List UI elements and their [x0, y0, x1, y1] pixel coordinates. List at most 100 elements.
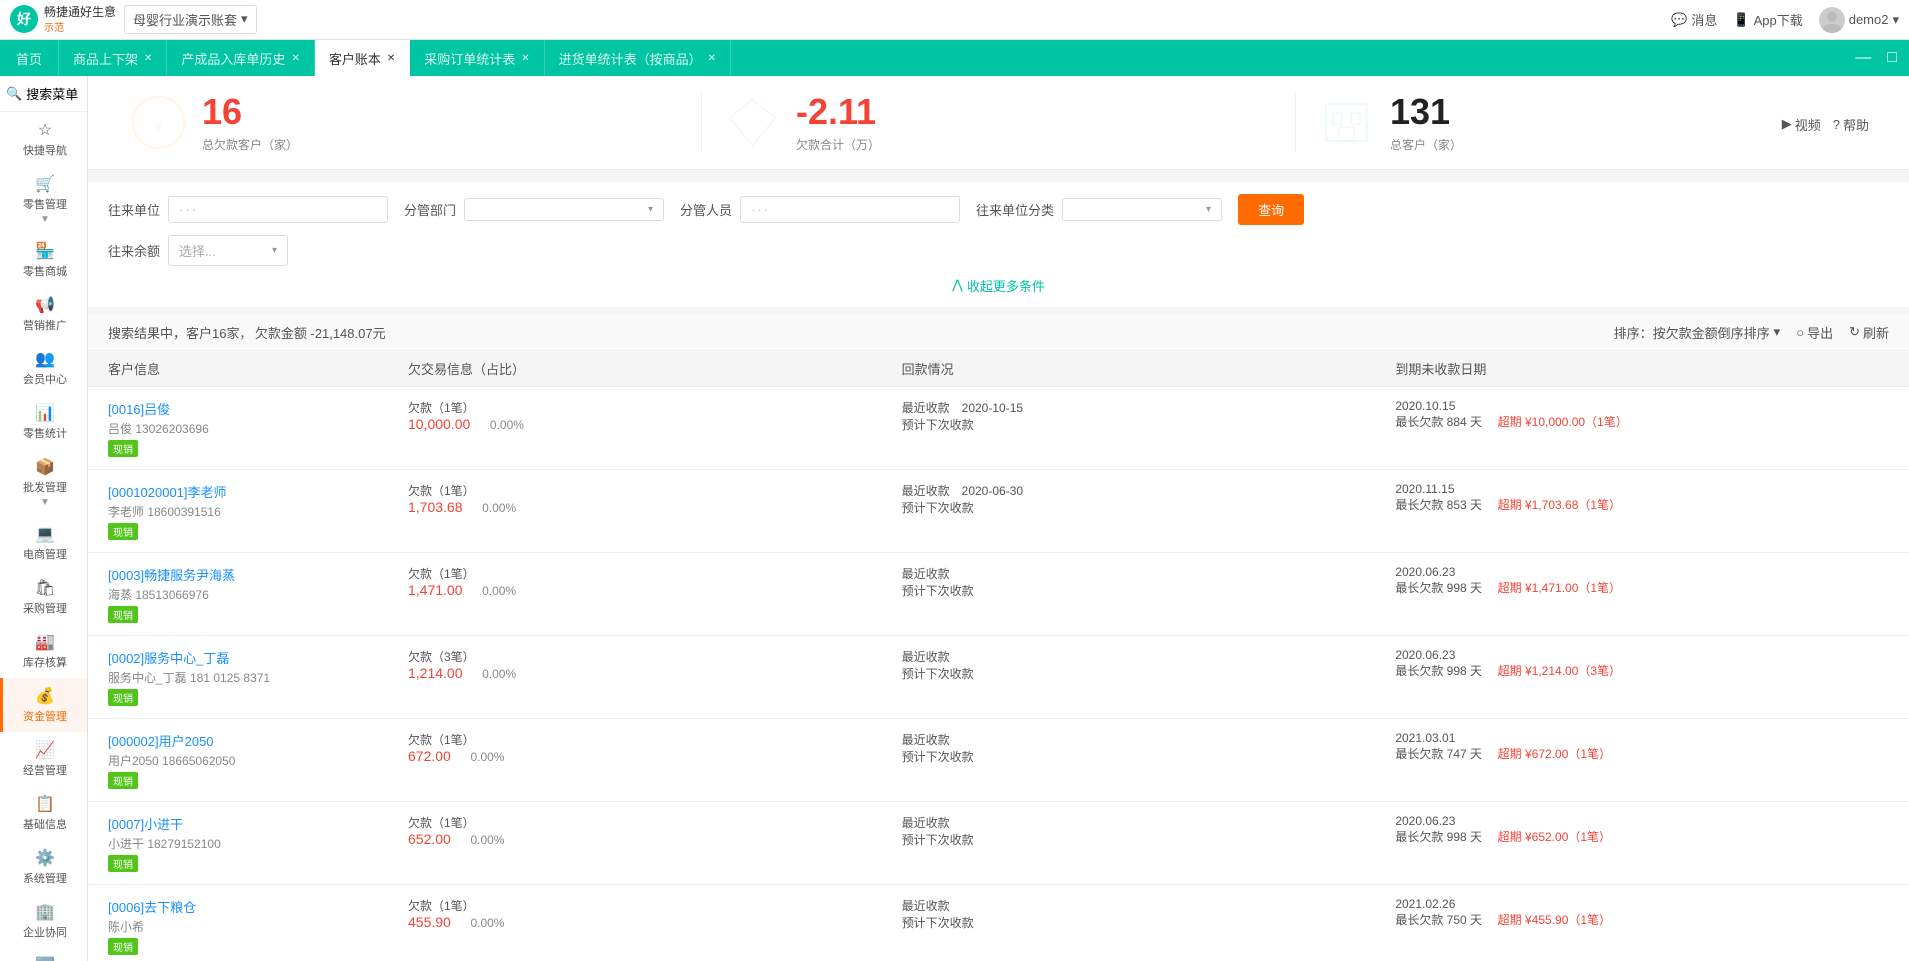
stat-card-debt-customers: ¥ 16 总欠款客户（家） [108, 92, 702, 153]
close-icon[interactable]: ✕ [144, 53, 152, 64]
batch-icon: 📦 [35, 457, 55, 477]
minimize-btn[interactable]: — [1851, 49, 1875, 67]
tab-customer-account[interactable]: 客户账本 ✕ [315, 40, 410, 76]
debt-cell-5: 欠款（1笔） 652.00 0.00% [408, 814, 902, 847]
user-menu[interactable]: demo2 ▾ [1819, 7, 1899, 33]
debt-amount[interactable]: 10,000.00 [408, 416, 470, 432]
tab-purchase-summary[interactable]: 采购订单统计表 ✕ [410, 40, 544, 76]
help-btn[interactable]: ? 帮助 [1833, 115, 1869, 134]
recovery-cell-3: 最近收款 预计下次收款 [902, 648, 1396, 682]
sort-select[interactable]: 排序：按欠款金额倒序排序 ▾ [1614, 323, 1781, 342]
sidebar-item-quick-nav[interactable]: ☆ 快捷导航 [0, 112, 87, 166]
refresh-btn[interactable]: ↻ 刷新 [1849, 323, 1889, 342]
unit-category-select[interactable]: ▾ [1062, 198, 1222, 221]
dept-select[interactable]: ▾ [464, 198, 664, 221]
sidebar-item-basic[interactable]: 📋 基础信息 [0, 786, 87, 840]
help-icon: ? [1833, 117, 1840, 132]
overdue-link[interactable]: 超期 ¥652.00（1笔） [1498, 830, 1611, 844]
sidebar-item-ecommerce[interactable]: 💻 电商管理 [0, 516, 87, 570]
customer-name[interactable]: [0007]小进干 [108, 817, 183, 832]
sidebar-item-business[interactable]: 📈 经营管理 [0, 732, 87, 786]
recovery-label: 最近收款 [902, 648, 1396, 665]
customer-cell-5: [0007]小进干 小进干 18279152100 现销 [108, 814, 408, 872]
app-download-btn[interactable]: 📱 App下载 [1733, 10, 1802, 29]
overdue-link[interactable]: 超期 ¥455.90（1笔） [1498, 913, 1611, 927]
close-icon[interactable]: ✕ [291, 53, 299, 64]
video-btn[interactable]: ▶ 视频 [1782, 115, 1821, 134]
customer-contact: 李老师 18600391516 [108, 503, 408, 520]
sidebar-search[interactable]: 🔍 搜索菜单 [0, 76, 87, 112]
balance-select[interactable]: 选择... ▾ [168, 235, 288, 266]
debt-amount[interactable]: 1,703.68 [408, 499, 463, 515]
sidebar-item-batch-mgmt[interactable]: 📦 批发管理 ▼ [0, 449, 87, 516]
sidebar-item-capital[interactable]: 💰 资金管理 [0, 678, 87, 732]
recovery-label: 最近收款 [902, 565, 1396, 582]
sidebar-item-system[interactable]: ⚙️ 系统管理 [0, 840, 87, 894]
debt-amount[interactable]: 455.90 [408, 914, 451, 930]
debt-percent: 0.00% [490, 418, 524, 432]
sidebar-item-member[interactable]: 👥 会员中心 [0, 341, 87, 395]
overdue-days: 最长欠款 998 天 [1395, 830, 1494, 844]
status-badge: 现销 [108, 689, 138, 706]
overdue-link[interactable]: 超期 ¥672.00（1笔） [1498, 747, 1611, 761]
overdue-link[interactable]: 超期 ¥10,000.00（1笔） [1498, 415, 1628, 429]
sidebar-item-warehouse[interactable]: 🏭 库存核算 [0, 624, 87, 678]
recovery-cell-6: 最近收款 预计下次收款 [902, 897, 1396, 931]
due-date-cell-6: 2021.02.26 最长欠款 750 天 超期 ¥455.90（1笔） [1395, 897, 1889, 928]
overdue-days: 最长欠款 853 天 [1395, 498, 1494, 512]
sidebar-item-retail-mall[interactable]: 🏪 零售商城 [0, 233, 87, 287]
overdue-link[interactable]: 超期 ¥1,471.00（1笔） [1498, 581, 1621, 595]
chevron-down-icon: ▾ [241, 11, 248, 27]
marketing-icon: 📢 [35, 295, 55, 315]
debt-cell-6: 欠款（1笔） 455.90 0.00% [408, 897, 902, 930]
close-icon[interactable]: ✕ [387, 53, 395, 64]
collapse-filters-btn[interactable]: ⋀ 收起更多条件 [108, 276, 1889, 295]
due-date: 2021.02.26 [1395, 897, 1889, 911]
diamond-icon [722, 92, 782, 152]
tab-inbound-summary[interactable]: 进货单统计表（按商品） ✕ [545, 40, 731, 76]
sidebar-item-new-guide[interactable]: 🆕 新手引导 [0, 948, 87, 961]
filter-source-unit: 往来单位 ··· [108, 196, 388, 223]
top-bar: 好 畅捷通好生意 示范 母婴行业演示账套 ▾ 💬 消息 📱 App下载 demo… [0, 0, 1909, 40]
chevron-down-icon: ▾ [648, 204, 653, 215]
debt-amount[interactable]: 1,471.00 [408, 582, 463, 598]
customer-contact: 吕俊 13026203696 [108, 420, 408, 437]
sidebar-item-enterprise[interactable]: 🏢 企业协同 [0, 894, 87, 948]
customer-name[interactable]: [0016]吕俊 [108, 402, 170, 417]
tab-product-offline[interactable]: 商品上下架 ✕ [59, 40, 167, 76]
capital-icon: 💰 [35, 686, 55, 706]
query-button[interactable]: 查询 [1238, 194, 1304, 225]
chevron-down-icon: ▼ [40, 497, 50, 508]
export-btn[interactable]: ○ 导出 [1796, 323, 1833, 342]
company-selector[interactable]: 母婴行业演示账套 ▾ [124, 5, 257, 34]
customer-name[interactable]: [000002]用户2050 [108, 734, 214, 749]
member-icon: 👥 [35, 349, 55, 369]
close-icon[interactable]: ✕ [521, 53, 529, 64]
chevron-down-icon: ▼ [40, 214, 50, 225]
filter-row-1: 往来单位 ··· 分管部门 ▾ 分管人员 · [108, 194, 1889, 225]
customer-name[interactable]: [0006]去下粮仓 [108, 900, 196, 915]
manager-input[interactable]: ··· [740, 196, 960, 223]
table-row: [0006]去下粮仓 陈小希 现销 欠款（1笔） 455.90 0.00% 最近… [88, 885, 1909, 961]
debt-amount[interactable]: 652.00 [408, 831, 451, 847]
tab-product-history[interactable]: 产成品入库单历史 ✕ [167, 40, 314, 76]
close-icon[interactable]: ✕ [708, 53, 716, 64]
overdue-info: 最长欠款 750 天 超期 ¥455.90（1笔） [1395, 911, 1889, 928]
debt-amount[interactable]: 672.00 [408, 748, 451, 764]
tab-home[interactable]: 首页 [0, 40, 59, 76]
source-unit-input[interactable]: ··· [168, 196, 388, 223]
debt-amount[interactable]: 1,214.00 [408, 665, 463, 681]
customer-name[interactable]: [0002]服务中心_丁磊 [108, 651, 229, 666]
overdue-link[interactable]: 超期 ¥1,703.68（1笔） [1498, 498, 1621, 512]
stat-card-2-info: -2.11 欠款合计（万） [796, 92, 1275, 153]
message-btn[interactable]: 💬 消息 [1671, 10, 1717, 29]
overdue-link[interactable]: 超期 ¥1,214.00（3笔） [1498, 664, 1621, 678]
chevron-down-icon: ▾ [1206, 204, 1211, 215]
sidebar-item-marketing[interactable]: 📢 营销推广 [0, 287, 87, 341]
customer-name[interactable]: [0003]畅捷服务尹海蒸 [108, 568, 235, 583]
sidebar-item-retail-stats[interactable]: 📊 零售统计 [0, 395, 87, 449]
sidebar-item-purchase[interactable]: 🛍 采购管理 [0, 570, 87, 624]
sidebar-item-retail-mgmt[interactable]: 🛒 零售管理 ▼ [0, 166, 87, 233]
maximize-btn[interactable]: □ [1883, 49, 1901, 67]
customer-name[interactable]: [0001020001]李老师 [108, 485, 227, 500]
